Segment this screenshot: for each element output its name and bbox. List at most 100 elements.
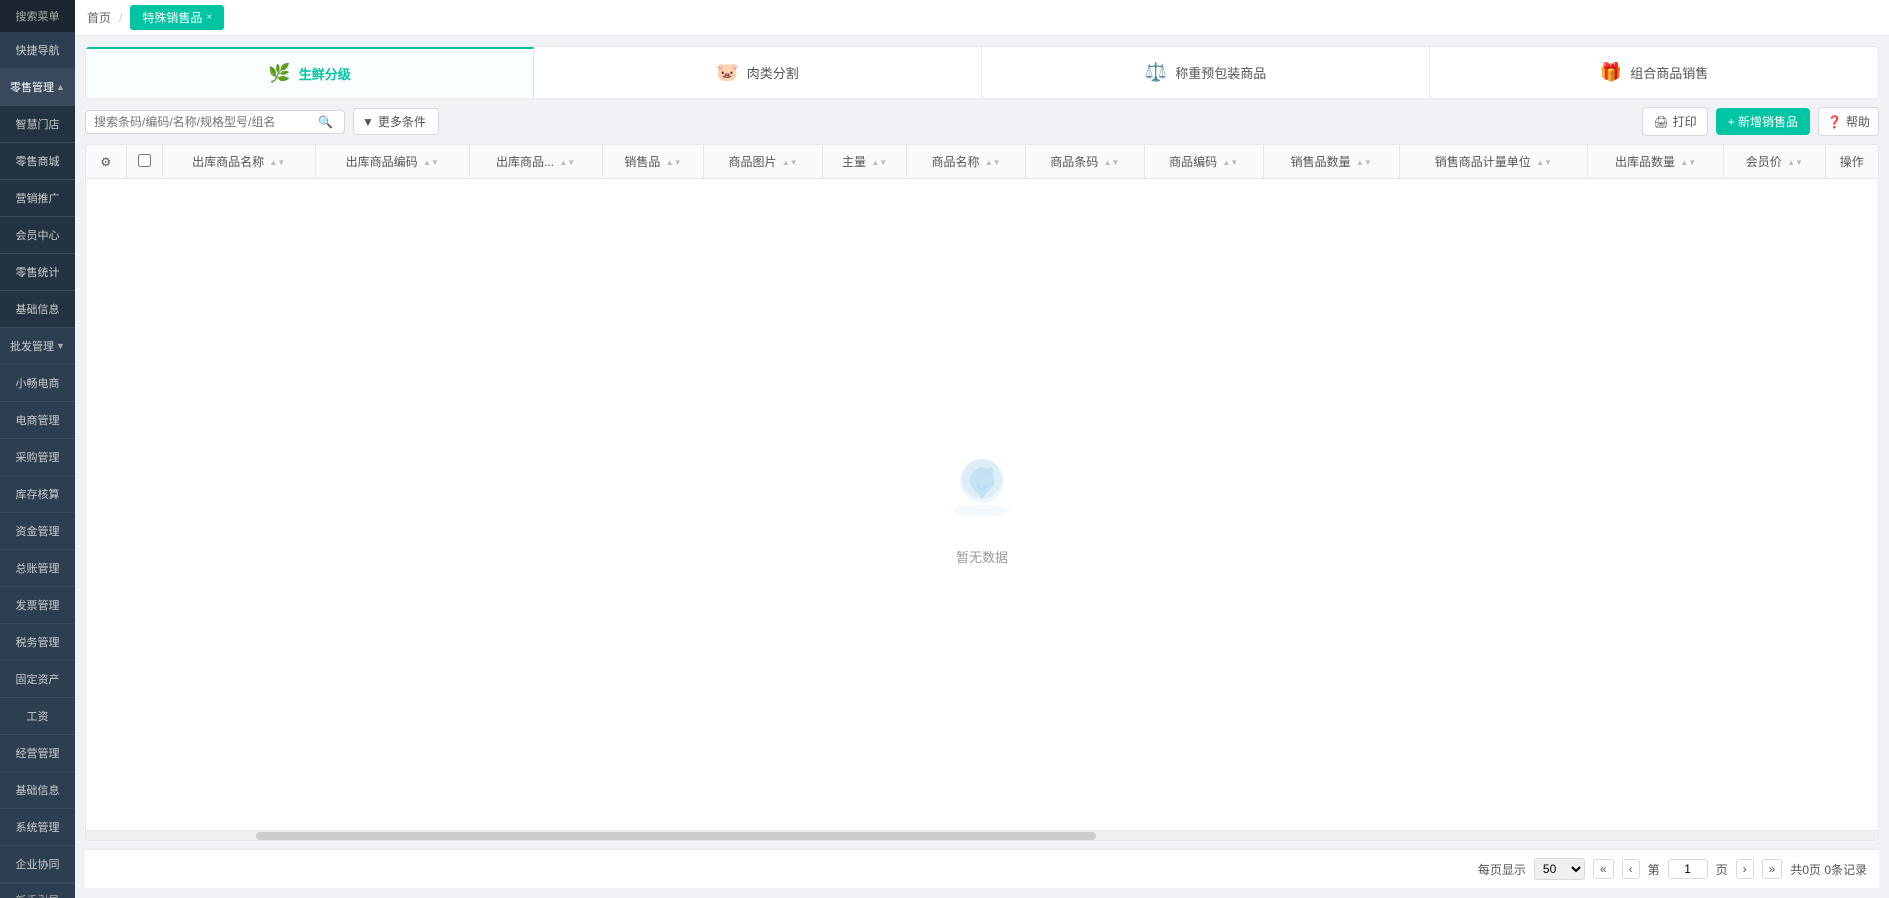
page-input[interactable] [1668,859,1708,879]
sidebar-item-ecommerce-畅[interactable]: 小畅电商 [0,365,75,402]
page-label: 第 [1648,861,1660,878]
sidebar-search[interactable]: 搜索菜单 [0,0,75,32]
th-goods-name[interactable]: 商品名称 ▲▼ [907,145,1026,179]
next-page-button[interactable]: › [1736,859,1754,879]
th-out-name[interactable]: 出库商品名称 ▲▼ [162,145,316,179]
sort-arrows-11: ▲▼ [1536,158,1552,167]
weight-icon: ⚖️ [1145,62,1167,83]
tab-weight-label: 称重预包装商品 [1175,63,1266,82]
sidebar: 搜索菜单 快捷导航 零售管理 ▲ 智慧门店 零售商城 营销推广 会员中心 零售统… [0,0,75,898]
sort-arrows-10: ▲▼ [1356,158,1372,167]
breadcrumb-separator: / [119,11,122,25]
active-tab[interactable]: 特殊销售品 × [130,5,224,30]
sort-arrows-12: ▲▼ [1680,158,1696,167]
th-weight[interactable]: 主量 ▲▼ [823,145,907,179]
sidebar-item-marketing[interactable]: 营销推广 [0,180,75,217]
active-tab-label: 特殊销售品 [142,9,202,26]
pagination: 每页显示 20 50 100 « ‹ 第 页 › » 共0页 0条记录 [85,849,1879,888]
close-icon[interactable]: × [206,12,212,23]
toolbar-left: 🔍 ▼ 更多条件 [85,108,439,135]
tab-meat-cutting[interactable]: 🐷 肉类分割 [534,47,982,98]
sort-arrows-8: ▲▼ [1104,158,1120,167]
table-wrapper: ⚙ 出库商品名称 ▲▼ 出库商品编码 ▲▼ 出库 [85,144,1879,841]
chevron-down-icon-2: ▼ [56,341,65,351]
th-out-qty[interactable]: 出库品数量 ▲▼ [1587,145,1723,179]
empty-state: 暂无数据 [86,179,1878,830]
sidebar-item-beginner[interactable]: 新手引导 [0,883,75,898]
help-button[interactable]: ❓ 帮助 [1818,107,1879,136]
toolbar: 🔍 ▼ 更多条件 🖨 打印 + 新增销售品 ❓ 帮助 [85,107,1879,136]
sidebar-item-smart-store[interactable]: 智慧门店 [0,106,75,143]
tab-meat-label: 肉类分割 [747,63,799,82]
total-info: 共0页 0条记录 [1790,861,1867,878]
th-out-spec[interactable]: 出库商品... ▲▼ [469,145,602,179]
combo-icon: 🎁 [1600,62,1622,83]
prev-page-button[interactable]: ‹ [1622,859,1640,879]
th-sale-unit[interactable]: 销售商品计量单位 ▲▼ [1399,145,1587,179]
sort-arrows-5: ▲▼ [782,158,798,167]
sidebar-item-purchase[interactable]: 采购管理 [0,439,75,476]
tab-fresh-grading[interactable]: 🌿 生鲜分级 [86,47,534,98]
th-barcode[interactable]: 商品条码 ▲▼ [1025,145,1144,179]
sort-arrows: ▲▼ [270,158,286,167]
scrollbar-thumb[interactable] [256,832,1096,840]
filter-button[interactable]: ▼ 更多条件 [353,108,439,135]
sidebar-item-sys-mgmt[interactable]: 系统管理 [0,809,75,846]
sidebar-item-retail-mall[interactable]: 零售商城 [0,143,75,180]
sidebar-item-fixed-assets[interactable]: 固定资产 [0,661,75,698]
sidebar-item-base-info-1[interactable]: 基础信息 [0,291,75,328]
sidebar-item-base-info-2[interactable]: 基础信息 [0,772,75,809]
chevron-down-icon: ▲ [56,82,65,92]
topbar: 首页 / 特殊销售品 × [75,0,1889,36]
add-sale-item-button[interactable]: + 新增销售品 [1716,108,1810,135]
data-table: ⚙ 出库商品名称 ▲▼ 出库商品编码 ▲▼ 出库 [86,145,1878,179]
sidebar-item-tax[interactable]: 税务管理 [0,624,75,661]
help-icon: ❓ [1827,115,1842,129]
sidebar-item-quick-nav[interactable]: 快捷导航 [0,32,75,69]
search-box[interactable]: 🔍 [85,110,345,134]
per-page-select[interactable]: 20 50 100 [1534,858,1585,880]
first-page-button[interactable]: « [1593,859,1614,879]
th-member-price[interactable]: 会员价 ▲▼ [1724,145,1825,179]
tab-row: 🌿 生鲜分级 🐷 肉类分割 ⚖️ 称重预包装商品 🎁 组合商品销售 [85,46,1879,99]
sidebar-item-invoice[interactable]: 发票管理 [0,587,75,624]
th-image[interactable]: 商品图片 ▲▼ [704,145,823,179]
th-sale-qty[interactable]: 销售品数量 ▲▼ [1263,145,1399,179]
sidebar-item-member[interactable]: 会员中心 [0,217,75,254]
tab-combo-sales[interactable]: 🎁 组合商品销售 [1430,47,1878,98]
search-input[interactable] [94,115,314,129]
print-icon: 🖨 [1653,115,1668,129]
sidebar-item-wholesale[interactable]: 批发管理 ▼ [0,328,75,365]
print-button[interactable]: 🖨 打印 [1642,107,1707,136]
main-area: 首页 / 特殊销售品 × 🌿 生鲜分级 🐷 肉类分割 ⚖️ 称重预包装商品 🎁 [75,0,1889,898]
sort-arrows-4: ▲▼ [666,158,682,167]
tab-weight-prepack[interactable]: ⚖️ 称重预包装商品 [982,47,1430,98]
content-area: 🌿 生鲜分级 🐷 肉类分割 ⚖️ 称重预包装商品 🎁 组合商品销售 🔍 [75,36,1889,898]
filter-icon: ▼ [362,115,374,129]
th-operation: 操作 [1825,145,1878,179]
select-all-checkbox[interactable] [138,154,151,167]
sidebar-item-ledger[interactable]: 总账管理 [0,550,75,587]
sidebar-item-retail-stats[interactable]: 零售统计 [0,254,75,291]
th-sale-item[interactable]: 销售品 ▲▼ [602,145,703,179]
sort-arrows-7: ▲▼ [985,158,1001,167]
search-icon[interactable]: 🔍 [318,115,333,129]
sidebar-item-ecommerce-mgmt[interactable]: 电商管理 [0,402,75,439]
sort-arrows-13: ▲▼ [1787,158,1803,167]
home-link[interactable]: 首页 [87,9,111,26]
sidebar-item-enterprise[interactable]: 企业协同 [0,846,75,883]
sidebar-item-biz-mgmt[interactable]: 经营管理 [0,735,75,772]
last-page-button[interactable]: » [1762,859,1783,879]
sort-arrows-3: ▲▼ [559,158,575,167]
th-settings[interactable]: ⚙ [86,145,126,179]
per-page-label: 每页显示 [1478,861,1526,878]
th-checkbox[interactable] [126,145,162,179]
sidebar-item-retail-mgmt[interactable]: 零售管理 ▲ [0,69,75,106]
th-goods-code[interactable]: 商品编码 ▲▼ [1144,145,1263,179]
sidebar-item-inventory[interactable]: 库存核算 [0,476,75,513]
horizontal-scrollbar[interactable] [86,830,1878,840]
sidebar-item-payroll[interactable]: 工资 [0,698,75,735]
th-out-code[interactable]: 出库商品编码 ▲▼ [316,145,470,179]
meat-icon: 🐷 [716,62,738,83]
sidebar-item-finance[interactable]: 资金管理 [0,513,75,550]
